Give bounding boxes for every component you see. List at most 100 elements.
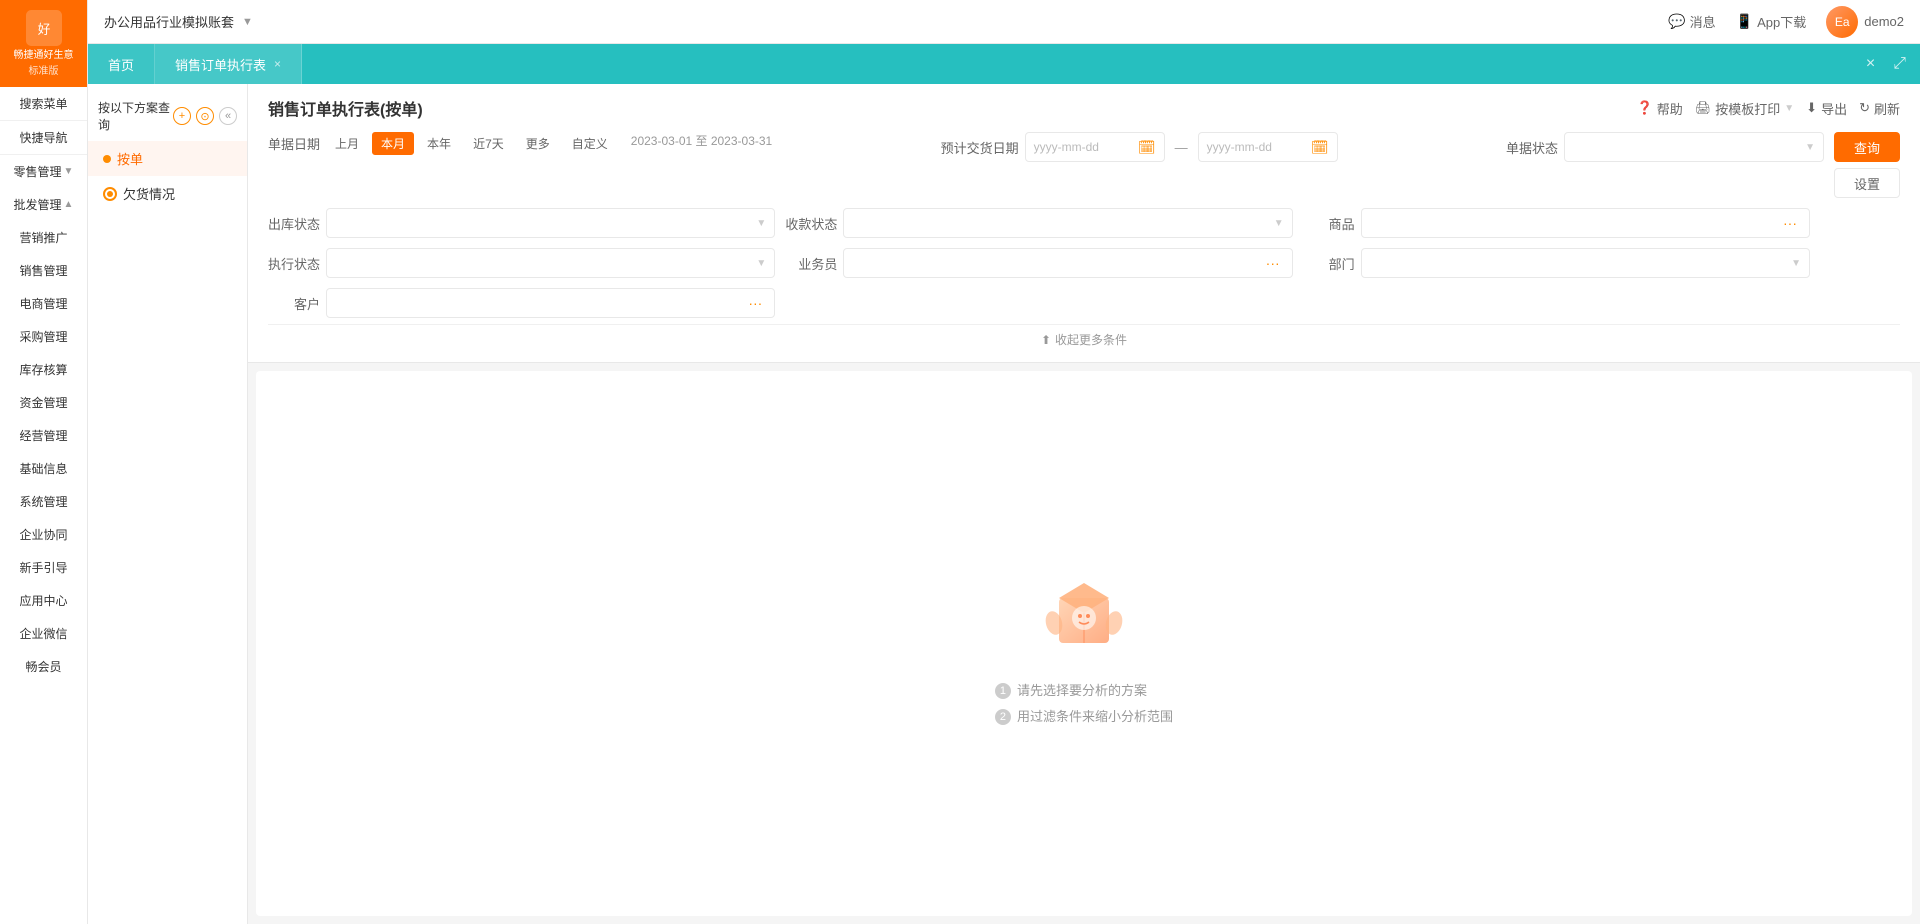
date-tab-custom[interactable]: 自定义 bbox=[563, 132, 617, 155]
settings-button[interactable]: 设置 bbox=[1834, 168, 1900, 198]
collapse-row: ⬆ 收起更多条件 bbox=[268, 324, 1900, 352]
message-icon: 💬 bbox=[1668, 13, 1685, 30]
sidebar-item-newuser[interactable]: 新手引导 bbox=[0, 551, 87, 584]
ring-icon bbox=[103, 187, 117, 201]
help-button[interactable]: ❓ 帮助 bbox=[1637, 99, 1683, 118]
exec-label: 执行状态 bbox=[268, 254, 320, 273]
delivery-status-select[interactable]: ▼ bbox=[326, 208, 775, 238]
sidebar-item-wholesale[interactable]: 批发管理 ▲ bbox=[0, 188, 87, 221]
date-tab-more[interactable]: 更多 bbox=[517, 132, 559, 155]
chevron-down-icon[interactable]: ▼ bbox=[242, 16, 253, 28]
calendar-icon-end[interactable]: 🗓 bbox=[1311, 139, 1329, 156]
date-tab-7days[interactable]: 近7天 bbox=[464, 132, 513, 155]
export-icon: ⬇ bbox=[1806, 100, 1817, 116]
sidebar-item-sales[interactable]: 销售管理 bbox=[0, 254, 87, 287]
header-right: 💬 消息 📱 App下载 Ea demo2 bbox=[1668, 6, 1904, 38]
tab-home[interactable]: 首页 bbox=[88, 44, 155, 84]
customer-input[interactable]: ··· bbox=[326, 288, 775, 318]
customer-label: 客户 bbox=[268, 294, 320, 313]
message-btn[interactable]: 💬 消息 bbox=[1668, 12, 1715, 31]
app-download-btn[interactable]: 📱 App下载 bbox=[1736, 12, 1807, 31]
exec-status-row: 执行状态 ▼ bbox=[268, 248, 775, 278]
sidebar-item-retail[interactable]: 零售管理 ▼ bbox=[0, 155, 87, 188]
empty-step1: 1 请先选择要分析的方案 bbox=[995, 678, 1173, 704]
status-select[interactable]: ▼ bbox=[1564, 132, 1824, 162]
sidebar-item-ecommerce[interactable]: 电商管理 bbox=[0, 287, 87, 320]
sidebar-item-wechat[interactable]: 企业微信 bbox=[0, 617, 87, 650]
header-left: 办公用品行业模拟账套 ▼ bbox=[104, 12, 253, 31]
edit-scheme-button[interactable]: ⊙ bbox=[196, 107, 214, 125]
salesman-picker-icon[interactable]: ··· bbox=[1262, 255, 1284, 271]
scheme-item-shortage[interactable]: 欠货情况 bbox=[88, 176, 247, 211]
add-scheme-button[interactable]: + bbox=[173, 107, 191, 125]
sidebar-item-member[interactable]: 畅会员 bbox=[0, 650, 87, 683]
dept-row: 部门 ▼ bbox=[1303, 248, 1810, 278]
delivery-label: 出库状态 bbox=[268, 214, 320, 233]
forecast-date-end[interactable]: yyyy-mm-dd 🗓 bbox=[1198, 132, 1338, 162]
date-tabs: 上月 本月 本年 近7天 更多 自定义 bbox=[326, 132, 617, 155]
salesman-row: 业务员 ··· bbox=[785, 248, 1292, 278]
search-button[interactable]: 查询 bbox=[1834, 132, 1900, 162]
app-logo[interactable]: 好 畅捷通好生意 标准版 bbox=[0, 0, 88, 87]
left-panel-header: 按以下方案查询 + ⊙ « bbox=[88, 94, 247, 141]
forecast-date-start[interactable]: yyyy-mm-dd 🗓 bbox=[1025, 132, 1165, 162]
print-button[interactable]: 🖨 按模板打印 ▼ bbox=[1695, 99, 1794, 118]
page-header: 销售订单执行表(按单) ❓ 帮助 🖨 按模板打印 ▼ ⬇ bbox=[248, 84, 1920, 363]
export-button[interactable]: ⬇ 导出 bbox=[1806, 99, 1847, 118]
date-tab-this-month[interactable]: 本月 bbox=[372, 132, 414, 155]
sidebar-item-apps[interactable]: 应用中心 bbox=[0, 584, 87, 617]
tab-sales-order[interactable]: 销售订单执行表 × bbox=[155, 44, 302, 84]
industry-selector[interactable]: 办公用品行业模拟账套 bbox=[104, 12, 234, 31]
goods-picker-icon[interactable]: ··· bbox=[1779, 215, 1801, 231]
date-tab-last-month[interactable]: 上月 bbox=[326, 132, 368, 155]
refresh-button[interactable]: ↻ 刷新 bbox=[1859, 99, 1900, 118]
tab-right-actions: × ⤢ bbox=[1862, 51, 1920, 77]
sidebar-item-system[interactable]: 系统管理 bbox=[0, 485, 87, 518]
chevron-down-icon: ▼ bbox=[756, 258, 766, 269]
chevron-down-icon: ▼ bbox=[1805, 142, 1815, 153]
forecast-label: 预计交货日期 bbox=[941, 138, 1019, 157]
calendar-icon-start[interactable]: 🗓 bbox=[1138, 139, 1156, 156]
dept-select[interactable]: ▼ bbox=[1361, 248, 1810, 278]
download-icon: 📱 bbox=[1736, 13, 1753, 30]
collapse-panel-button[interactable]: « bbox=[219, 107, 237, 125]
delivery-status-row: 出库状态 ▼ bbox=[268, 208, 775, 238]
quick-nav-item[interactable]: 快捷导航 bbox=[0, 121, 87, 155]
app-sub: 标准版 bbox=[29, 62, 59, 77]
sidebar-item-operations[interactable]: 经营管理 bbox=[0, 419, 87, 452]
collapse-button[interactable]: ⬆ 收起更多条件 bbox=[1041, 331, 1127, 348]
sidebar-item-finance[interactable]: 资金管理 bbox=[0, 386, 87, 419]
close-window-icon[interactable]: × bbox=[1862, 51, 1879, 77]
sidebar-item-collab[interactable]: 企业协同 bbox=[0, 518, 87, 551]
print-icon: 🖨 bbox=[1695, 100, 1712, 116]
goods-input[interactable]: ··· bbox=[1361, 208, 1810, 238]
maximize-icon[interactable]: ⤢ bbox=[1889, 51, 1910, 77]
date-range-display: 2023-03-01 至 2023-03-31 bbox=[631, 132, 772, 149]
status-label: 单据状态 bbox=[1506, 138, 1558, 157]
left-panel-icons: + ⊙ « bbox=[173, 107, 237, 125]
salesman-input[interactable]: ··· bbox=[843, 248, 1292, 278]
scheme-item-order[interactable]: 按单 bbox=[88, 141, 247, 176]
payment-status-select[interactable]: ▼ bbox=[843, 208, 1292, 238]
sidebar-item-purchase[interactable]: 采购管理 bbox=[0, 320, 87, 353]
empty-state: 1 请先选择要分析的方案 2 用过滤条件来缩小分析范围 bbox=[256, 371, 1912, 916]
chevron-down-icon: ▼ bbox=[1791, 258, 1801, 269]
help-icon: ❓ bbox=[1637, 100, 1653, 116]
user-profile[interactable]: Ea demo2 bbox=[1826, 6, 1904, 38]
sidebar-item-inventory[interactable]: 库存核算 bbox=[0, 353, 87, 386]
exec-status-select[interactable]: ▼ bbox=[326, 248, 775, 278]
svg-text:好: 好 bbox=[37, 22, 50, 36]
sidebar-item-marketing[interactable]: 营销推广 bbox=[0, 221, 87, 254]
chevron-down-icon: ▼ bbox=[1274, 218, 1284, 229]
refresh-icon: ↻ bbox=[1859, 100, 1870, 116]
top-header: 办公用品行业模拟账套 ▼ 💬 消息 📱 App下载 Ea demo2 bbox=[88, 0, 1920, 44]
chevron-down-icon: ▼ bbox=[1784, 103, 1794, 114]
customer-picker-icon[interactable]: ··· bbox=[744, 295, 766, 311]
page-title: 销售订单执行表(按单) bbox=[268, 96, 423, 120]
date-tab-this-year[interactable]: 本年 bbox=[418, 132, 460, 155]
payment-label: 收款状态 bbox=[785, 214, 837, 233]
search-menu-item[interactable]: 搜索菜单 bbox=[0, 87, 87, 121]
avatar: Ea bbox=[1826, 6, 1858, 38]
tab-close-icon[interactable]: × bbox=[274, 57, 281, 71]
sidebar-item-basic[interactable]: 基础信息 bbox=[0, 452, 87, 485]
